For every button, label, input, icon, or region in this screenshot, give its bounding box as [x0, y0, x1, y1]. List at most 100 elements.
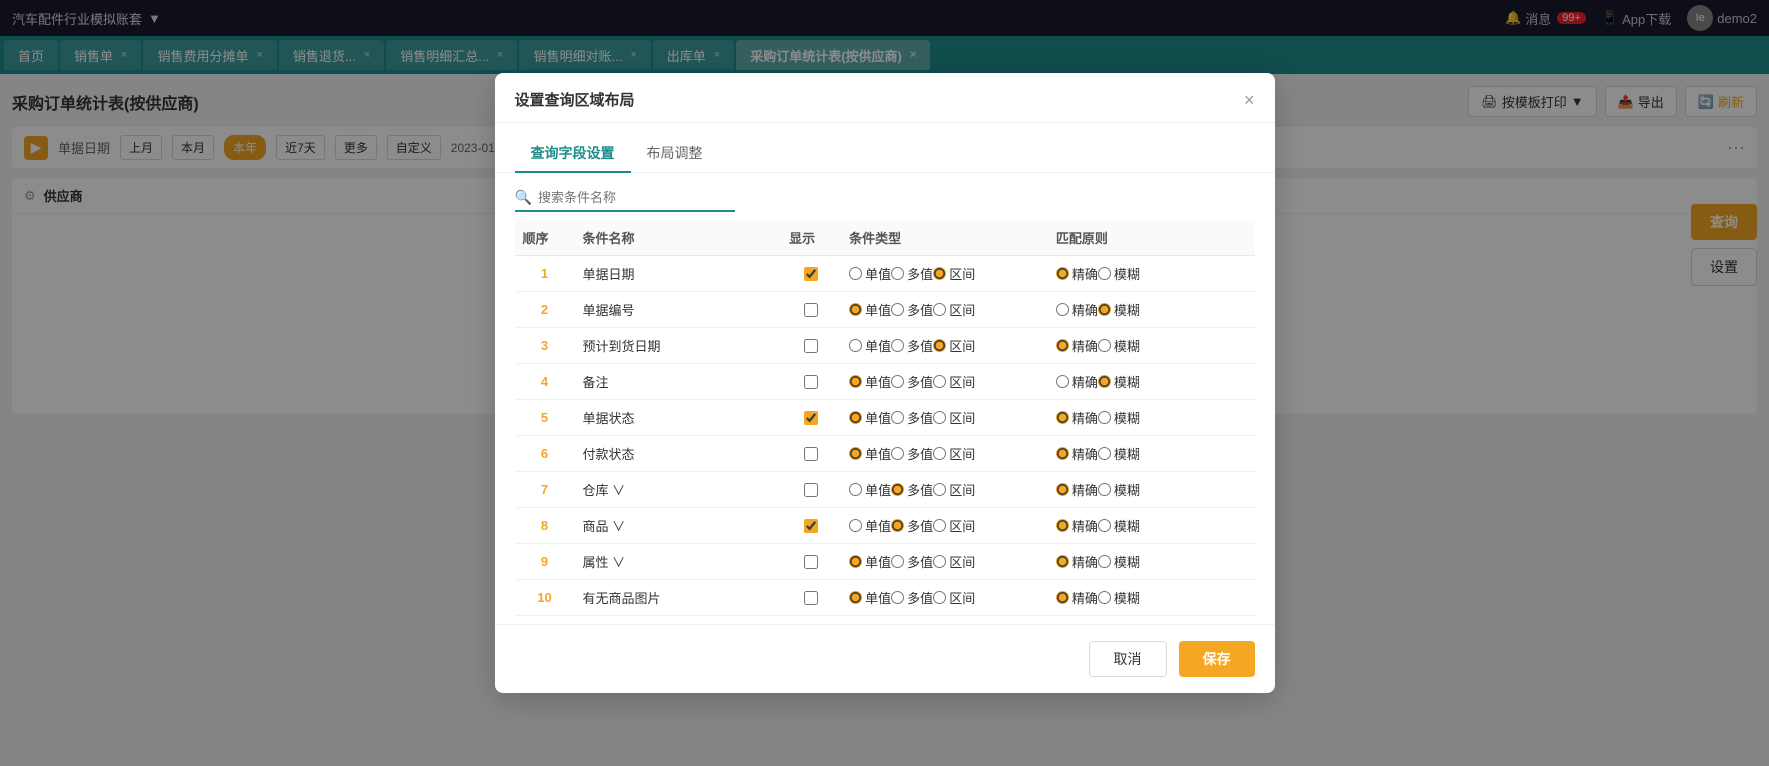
row-display-check[interactable]	[781, 519, 841, 533]
row-match-options: 精确 模糊	[1048, 408, 1255, 427]
type-single[interactable]: 单值	[849, 300, 891, 319]
match-exact[interactable]: 精确	[1056, 336, 1098, 355]
type-multi[interactable]: 多值	[891, 408, 933, 427]
type-single[interactable]: 单值	[849, 372, 891, 391]
dialog-overlay: 设置查询区域布局 × 查询字段设置 布局调整 🔍 顺序 条件名称	[0, 0, 1769, 766]
search-input[interactable]	[538, 190, 728, 205]
type-range[interactable]: 区间	[933, 264, 975, 283]
row-match-options: 精确 模糊	[1048, 480, 1255, 499]
type-single[interactable]: 单值	[849, 336, 891, 355]
match-exact[interactable]: 精确	[1056, 588, 1098, 607]
row-order: 5	[515, 410, 575, 425]
dialog-conditions-table: 顺序 条件名称 显示 条件类型 匹配原则 1 单据日期 单值 多值 区间 精确 …	[495, 220, 1275, 624]
match-fuzzy[interactable]: 模糊	[1098, 336, 1140, 355]
dialog-search-area: 🔍	[495, 173, 1275, 220]
type-multi[interactable]: 多值	[891, 516, 933, 535]
match-fuzzy[interactable]: 模糊	[1098, 264, 1140, 283]
type-range[interactable]: 区间	[933, 300, 975, 319]
match-fuzzy[interactable]: 模糊	[1098, 444, 1140, 463]
match-exact[interactable]: 精确	[1056, 264, 1098, 283]
row-name: 备注	[575, 372, 782, 391]
row-order: 10	[515, 590, 575, 605]
row-display-check[interactable]	[781, 267, 841, 281]
type-single[interactable]: 单值	[849, 480, 891, 499]
row-match-options: 精确 模糊	[1048, 372, 1255, 391]
row-name: 商品 ∨	[575, 516, 782, 535]
type-multi[interactable]: 多值	[891, 588, 933, 607]
match-fuzzy[interactable]: 模糊	[1098, 480, 1140, 499]
table-row: 10 有无商品图片 单值 多值 区间 精确 模糊	[515, 580, 1255, 616]
type-multi[interactable]: 多值	[891, 336, 933, 355]
search-icon: 🔍	[515, 189, 532, 206]
match-exact[interactable]: 精确	[1056, 408, 1098, 427]
row-name: 有无商品图片	[575, 588, 782, 607]
match-fuzzy[interactable]: 模糊	[1098, 372, 1140, 391]
match-fuzzy[interactable]: 模糊	[1098, 300, 1140, 319]
match-exact[interactable]: 精确	[1056, 516, 1098, 535]
match-exact[interactable]: 精确	[1056, 480, 1098, 499]
type-single[interactable]: 单值	[849, 588, 891, 607]
match-exact[interactable]: 精确	[1056, 300, 1098, 319]
row-display-check[interactable]	[781, 411, 841, 425]
row-name: 属性 ∨	[575, 552, 782, 571]
type-multi[interactable]: 多值	[891, 300, 933, 319]
tab-layout-adjust[interactable]: 布局调整	[631, 135, 719, 173]
match-exact[interactable]: 精确	[1056, 372, 1098, 391]
dialog-close-button[interactable]: ×	[1244, 91, 1255, 109]
type-range[interactable]: 区间	[933, 372, 975, 391]
row-match-options: 精确 模糊	[1048, 336, 1255, 355]
row-display-check[interactable]	[781, 555, 841, 569]
table-row: 5 单据状态 单值 多值 区间 精确 模糊	[515, 400, 1255, 436]
type-range[interactable]: 区间	[933, 516, 975, 535]
row-display-check[interactable]	[781, 483, 841, 497]
table-row: 3 预计到货日期 单值 多值 区间 精确 模糊	[515, 328, 1255, 364]
cancel-button[interactable]: 取消	[1089, 641, 1167, 677]
tab-layout-adjust-label: 布局调整	[647, 145, 703, 161]
row-type-options: 单值 多值 区间	[841, 336, 1048, 355]
row-type-options: 单值 多值 区间	[841, 552, 1048, 571]
row-display-check[interactable]	[781, 591, 841, 605]
type-range[interactable]: 区间	[933, 552, 975, 571]
row-type-options: 单值 多值 区间	[841, 372, 1048, 391]
type-range[interactable]: 区间	[933, 480, 975, 499]
row-display-check[interactable]	[781, 447, 841, 461]
type-range[interactable]: 区间	[933, 588, 975, 607]
tab-query-field-settings[interactable]: 查询字段设置	[515, 135, 631, 173]
type-multi[interactable]: 多值	[891, 372, 933, 391]
dialog-tabs: 查询字段设置 布局调整	[495, 123, 1275, 173]
type-range[interactable]: 区间	[933, 408, 975, 427]
match-fuzzy[interactable]: 模糊	[1098, 408, 1140, 427]
row-type-options: 单值 多值 区间	[841, 408, 1048, 427]
match-exact[interactable]: 精确	[1056, 552, 1098, 571]
type-single[interactable]: 单值	[849, 516, 891, 535]
row-type-options: 单值 多值 区间	[841, 588, 1048, 607]
row-display-check[interactable]	[781, 375, 841, 389]
match-fuzzy[interactable]: 模糊	[1098, 516, 1140, 535]
row-match-options: 精确 模糊	[1048, 264, 1255, 283]
type-multi[interactable]: 多值	[891, 480, 933, 499]
type-multi[interactable]: 多值	[891, 444, 933, 463]
row-order: 7	[515, 482, 575, 497]
row-display-check[interactable]	[781, 339, 841, 353]
tab-query-field-label: 查询字段设置	[531, 145, 615, 161]
match-exact[interactable]: 精确	[1056, 444, 1098, 463]
row-match-options: 精确 模糊	[1048, 516, 1255, 535]
type-single[interactable]: 单值	[849, 408, 891, 427]
type-range[interactable]: 区间	[933, 444, 975, 463]
match-fuzzy[interactable]: 模糊	[1098, 588, 1140, 607]
type-single[interactable]: 单值	[849, 444, 891, 463]
type-single[interactable]: 单值	[849, 264, 891, 283]
save-button[interactable]: 保存	[1179, 641, 1255, 677]
table-row: 8 商品 ∨ 单值 多值 区间 精确 模糊	[515, 508, 1255, 544]
match-fuzzy[interactable]: 模糊	[1098, 552, 1140, 571]
row-name: 单据编号	[575, 300, 782, 319]
col-head-display: 显示	[781, 228, 841, 247]
type-multi[interactable]: 多值	[891, 264, 933, 283]
type-multi[interactable]: 多值	[891, 552, 933, 571]
type-single[interactable]: 单值	[849, 552, 891, 571]
row-display-check[interactable]	[781, 303, 841, 317]
row-match-options: 精确 模糊	[1048, 552, 1255, 571]
type-range[interactable]: 区间	[933, 336, 975, 355]
row-order: 2	[515, 302, 575, 317]
search-input-wrap: 🔍	[515, 185, 735, 212]
